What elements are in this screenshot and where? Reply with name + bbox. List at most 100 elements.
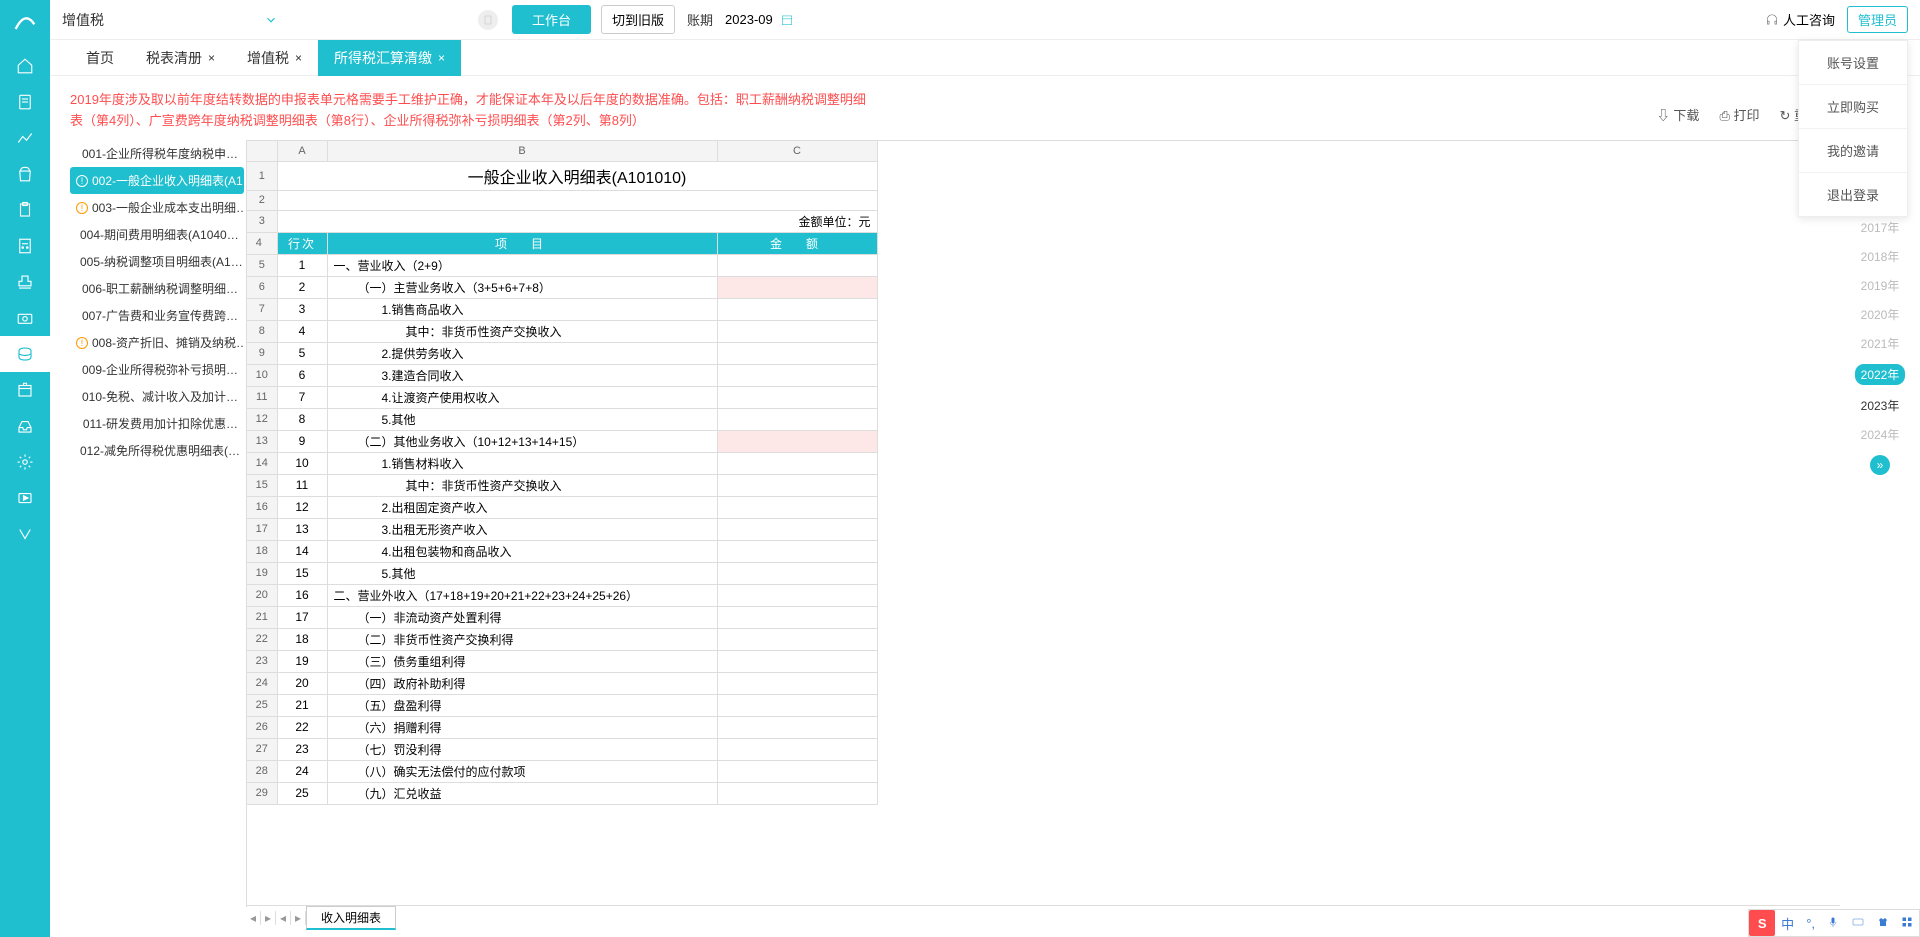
nav-video-icon[interactable] xyxy=(0,480,50,516)
col-header-a[interactable]: A xyxy=(277,141,327,161)
amount-cell[interactable] xyxy=(717,386,877,408)
amount-cell[interactable] xyxy=(717,606,877,628)
amount-cell[interactable] xyxy=(717,342,877,364)
item-cell[interactable]: 其中：非货币性资产交换收入 xyxy=(327,474,717,496)
item-cell[interactable]: 3.出租无形资产收入 xyxy=(327,518,717,540)
item-cell[interactable]: 二、营业外收入（17+18+19+20+21+22+23+24+25+26） xyxy=(327,584,717,606)
item-cell[interactable]: 2.提供劳务收入 xyxy=(327,342,717,364)
row-number-cell[interactable]: 3 xyxy=(277,298,327,320)
amount-cell[interactable] xyxy=(717,650,877,672)
ime-punct-icon[interactable]: °, xyxy=(1800,916,1821,931)
item-cell[interactable]: （五）盘盈利得 xyxy=(327,694,717,716)
item-cell[interactable]: （七）罚没利得 xyxy=(327,738,717,760)
year-more-icon[interactable]: » xyxy=(1870,455,1890,475)
item-cell[interactable]: （八）确实无法偿付的应付款项 xyxy=(327,760,717,782)
amount-cell[interactable] xyxy=(717,518,877,540)
row-number-cell[interactable]: 23 xyxy=(277,738,327,760)
year-item[interactable]: 2020年 xyxy=(1861,306,1900,323)
row-number-cell[interactable]: 4 xyxy=(277,320,327,342)
row-number-cell[interactable]: 13 xyxy=(277,518,327,540)
amount-cell[interactable] xyxy=(717,694,877,716)
nav-cash-icon[interactable] xyxy=(0,300,50,336)
item-cell[interactable]: 3.建造合同收入 xyxy=(327,364,717,386)
item-cell[interactable]: （三）债务重组利得 xyxy=(327,650,717,672)
item-cell[interactable]: 4.让渡资产使用权收入 xyxy=(327,386,717,408)
item-cell[interactable]: （九）汇兑收益 xyxy=(327,782,717,804)
year-item[interactable]: 2019年 xyxy=(1861,277,1900,294)
nav-doc-icon[interactable] xyxy=(0,84,50,120)
form-item[interactable]: 012-减免所得税优惠明细表(… xyxy=(70,437,244,464)
row-number-cell[interactable]: 11 xyxy=(277,474,327,496)
form-item[interactable]: 001-企业所得税年度纳税申… xyxy=(70,140,244,167)
item-cell[interactable]: （一）非流动资产处置利得 xyxy=(327,606,717,628)
year-item[interactable]: 2022年 xyxy=(1855,364,1906,385)
form-item[interactable]: 009-企业所得税弥补亏损明… xyxy=(70,356,244,383)
amount-cell[interactable] xyxy=(717,716,877,738)
form-item[interactable]: 011-研发费用加计扣除优惠… xyxy=(70,410,244,437)
close-icon[interactable]: × xyxy=(208,51,215,65)
row-number-cell[interactable]: 1 xyxy=(277,254,327,276)
ime-mic-icon[interactable] xyxy=(1821,916,1845,931)
row-number-cell[interactable]: 21 xyxy=(277,694,327,716)
form-item[interactable]: !003-一般企业成本支出明细… xyxy=(70,194,244,221)
user-menu-item[interactable]: 账号设置 xyxy=(1799,41,1907,85)
user-menu-item[interactable]: 退出登录 xyxy=(1799,173,1907,216)
amount-cell[interactable] xyxy=(717,540,877,562)
amount-cell[interactable] xyxy=(717,672,877,694)
item-cell[interactable]: （六）捐赠利得 xyxy=(327,716,717,738)
amount-cell[interactable] xyxy=(717,276,877,298)
form-item[interactable]: 005-纳税调整项目明细表(A1… xyxy=(70,248,244,275)
ime-skin-icon[interactable] xyxy=(1871,916,1895,931)
amount-cell[interactable] xyxy=(717,474,877,496)
item-cell[interactable]: （二）非货币性资产交换利得 xyxy=(327,628,717,650)
user-menu-item[interactable]: 我的邀请 xyxy=(1799,129,1907,173)
year-item[interactable]: 2023年 xyxy=(1861,397,1900,414)
item-cell[interactable]: 其中：非货币性资产交换收入 xyxy=(327,320,717,342)
item-cell[interactable]: 5.其他 xyxy=(327,562,717,584)
item-cell[interactable]: 2.出租固定资产收入 xyxy=(327,496,717,518)
item-cell[interactable]: （一）主营业务收入（3+5+6+7+8） xyxy=(327,276,717,298)
amount-cell[interactable] xyxy=(717,562,877,584)
nav-vip-icon[interactable] xyxy=(0,516,50,552)
amount-cell[interactable] xyxy=(717,584,877,606)
form-item[interactable]: 010-免税、减计收入及加计… xyxy=(70,383,244,410)
download-button[interactable]: ⇩ 下载 xyxy=(1657,105,1700,124)
row-number-cell[interactable]: 7 xyxy=(277,386,327,408)
row-number-cell[interactable]: 25 xyxy=(277,782,327,804)
nav-clipboard-icon[interactable] xyxy=(0,192,50,228)
row-number-cell[interactable]: 18 xyxy=(277,628,327,650)
col-header-c[interactable]: C xyxy=(717,141,877,161)
user-menu-item[interactable]: 立即购买 xyxy=(1799,85,1907,129)
row-number-cell[interactable]: 2 xyxy=(277,276,327,298)
form-item[interactable]: !008-资产折旧、摊销及纳税… xyxy=(70,329,244,356)
amount-cell[interactable] xyxy=(717,452,877,474)
sheet-nav[interactable]: ◂▸◂▸ xyxy=(246,911,306,925)
nav-tax-icon[interactable] xyxy=(0,336,50,372)
row-number-cell[interactable]: 10 xyxy=(277,452,327,474)
row-number-cell[interactable]: 6 xyxy=(277,364,327,386)
item-cell[interactable]: 5.其他 xyxy=(327,408,717,430)
row-number-cell[interactable]: 8 xyxy=(277,408,327,430)
tab-首页[interactable]: 首页 xyxy=(70,40,130,76)
row-number-cell[interactable]: 14 xyxy=(277,540,327,562)
amount-cell[interactable] xyxy=(717,320,877,342)
item-cell[interactable]: （四）政府补助利得 xyxy=(327,672,717,694)
nav-home-icon[interactable] xyxy=(0,48,50,84)
ime-bar[interactable]: S 中 °, xyxy=(1748,909,1920,937)
row-number-cell[interactable]: 24 xyxy=(277,760,327,782)
item-cell[interactable]: （二）其他业务收入（10+12+13+14+15） xyxy=(327,430,717,452)
form-item[interactable]: 004-期间费用明细表(A1040… xyxy=(70,221,244,248)
ime-keyboard-icon[interactable] xyxy=(1845,916,1871,931)
consult-link[interactable]: 人工咨询 xyxy=(1765,10,1835,29)
row-number-cell[interactable]: 19 xyxy=(277,650,327,672)
col-header-b[interactable]: B xyxy=(327,141,717,161)
nav-bag-icon[interactable] xyxy=(0,156,50,192)
year-item[interactable]: 2017年 xyxy=(1861,219,1900,236)
amount-cell[interactable] xyxy=(717,782,877,804)
year-item[interactable]: 2024年 xyxy=(1861,426,1900,443)
row-number-cell[interactable]: 12 xyxy=(277,496,327,518)
tab-增值税[interactable]: 增值税× xyxy=(231,40,318,76)
amount-cell[interactable] xyxy=(717,628,877,650)
amount-cell[interactable] xyxy=(717,760,877,782)
amount-cell[interactable] xyxy=(717,298,877,320)
